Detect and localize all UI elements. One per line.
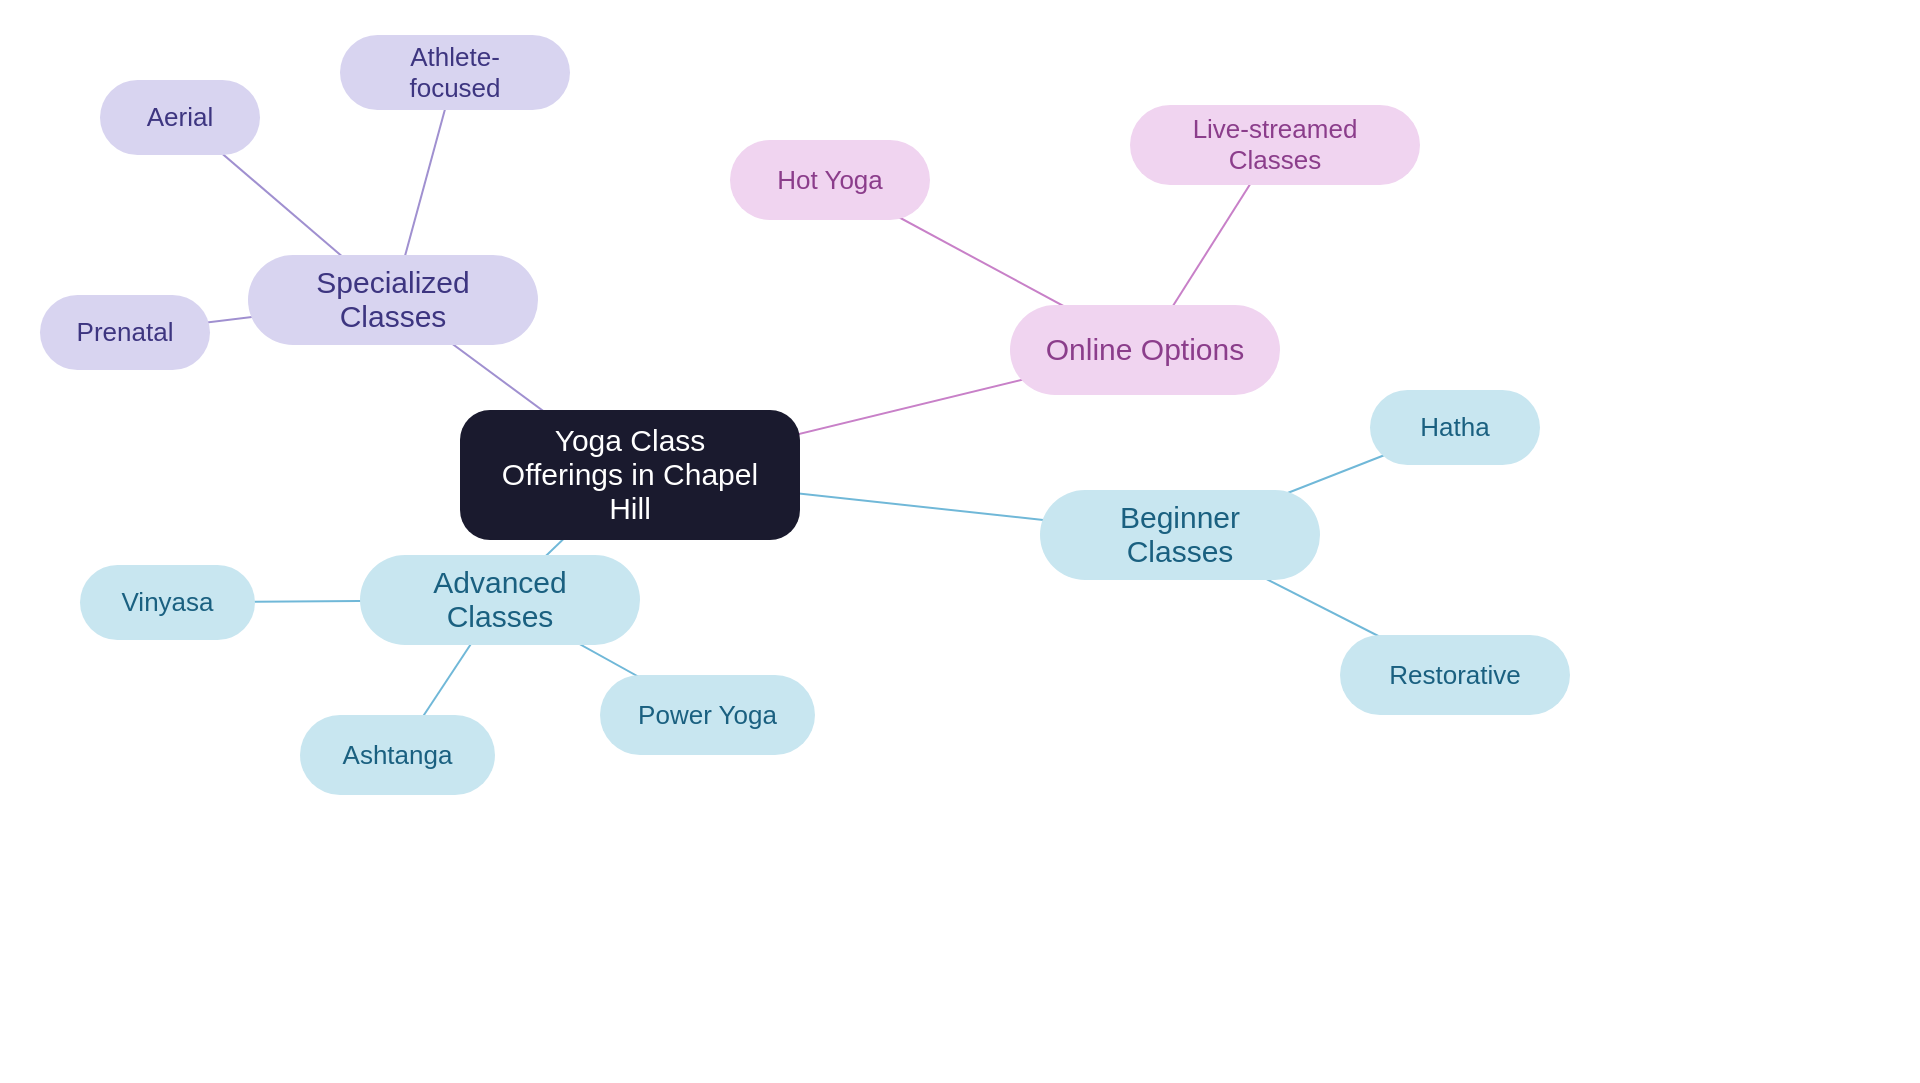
beginner-classes-node[interactable]: Beginner Classes: [1040, 490, 1320, 580]
prenatal-node[interactable]: Prenatal: [40, 295, 210, 370]
hatha-node[interactable]: Hatha: [1370, 390, 1540, 465]
vinyasa-node[interactable]: Vinyasa: [80, 565, 255, 640]
online-options-node[interactable]: Online Options: [1010, 305, 1280, 395]
power-yoga-node[interactable]: Power Yoga: [600, 675, 815, 755]
advanced-classes-node[interactable]: Advanced Classes: [360, 555, 640, 645]
restorative-node[interactable]: Restorative: [1340, 635, 1570, 715]
specialized-classes-node[interactable]: Specialized Classes: [248, 255, 538, 345]
center-node[interactable]: Yoga Class Offerings in Chapel Hill: [460, 410, 800, 540]
hot-yoga-node[interactable]: Hot Yoga: [730, 140, 930, 220]
aerial-node[interactable]: Aerial: [100, 80, 260, 155]
ashtanga-node[interactable]: Ashtanga: [300, 715, 495, 795]
athlete-focused-node[interactable]: Athlete-focused: [340, 35, 570, 110]
live-streamed-classes-node[interactable]: Live-streamed Classes: [1130, 105, 1420, 185]
